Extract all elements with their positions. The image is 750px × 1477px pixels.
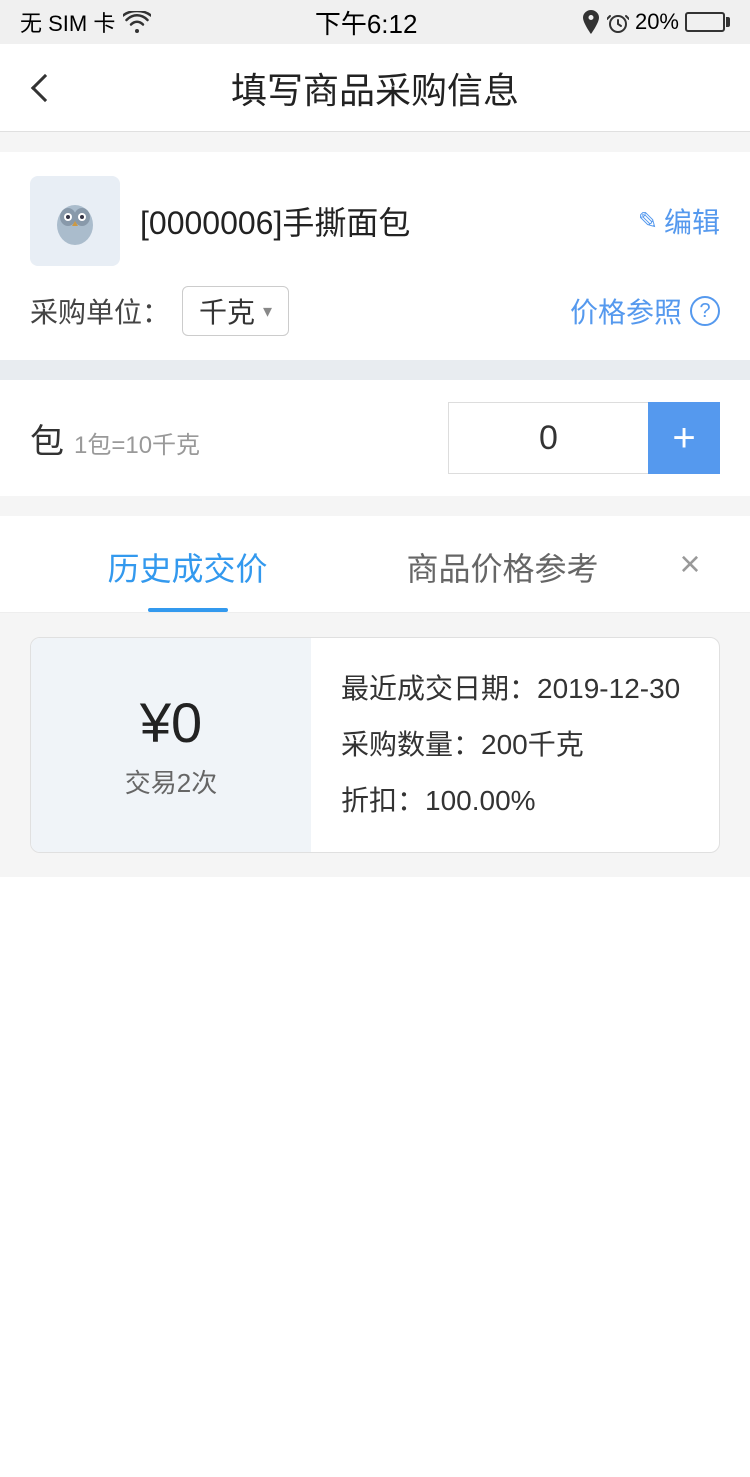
page-title: 填写商品采购信息 [231,62,519,114]
quantity-line: 采购数量：200千克 [341,724,689,766]
back-arrow-icon [31,73,59,101]
alarm-icon [607,11,629,33]
price-reference-button[interactable]: 价格参照 ? [570,291,720,331]
quantity-conversion: 1包=10千克 [74,425,200,460]
history-section: ¥0 交易2次 最近成交日期：2019-12-30 采购数量：200千克 折扣：… [0,613,750,877]
recent-date-value: 2019-12-30 [537,673,680,704]
edit-label: 编辑 [664,201,720,241]
section-divider [0,360,750,380]
product-left: [0000006]手撕面包 [30,176,410,266]
product-unit-row: 采购单位： 千克 ▾ 价格参照 ? [30,286,720,336]
status-right: 20% [581,9,730,35]
edit-button[interactable]: ✎ 编辑 [638,201,720,241]
location-icon [581,10,601,34]
quantity-plus-button[interactable]: + [648,402,720,474]
quantity-detail-value: 200千克 [481,729,584,760]
quantity-input[interactable] [448,402,648,474]
product-thumbnail [30,176,120,266]
unit-value: 千克 [199,291,255,331]
status-time: 下午6:12 [315,4,418,41]
status-bar: 无 SIM 卡 下午6:12 20% [0,0,750,44]
bottom-space [0,877,750,1477]
price-ref-label: 价格参照 [570,291,682,331]
edit-icon: ✎ [638,207,658,236]
product-card: [0000006]手撕面包 ✎ 编辑 采购单位： 千克 ▾ 价格参照 ? [0,152,750,360]
history-details-panel: 最近成交日期：2019-12-30 采购数量：200千克 折扣：100.00% [311,638,719,852]
quantity-row: 包 1包=10千克 + [0,380,750,496]
battery-percent: 20% [635,9,679,35]
wifi-icon [123,11,151,33]
back-button[interactable] [0,44,80,132]
history-price-panel: ¥0 交易2次 [31,638,311,852]
tab-active-indicator [148,608,228,612]
product-name: [0000006]手撕面包 [140,198,410,244]
recent-date-label: 最近成交日期： [341,673,537,704]
close-icon: × [679,543,700,585]
unit-select[interactable]: 千克 ▾ [182,286,289,336]
quantity-detail-label: 采购数量： [341,729,481,760]
history-price-value: ¥0 [140,690,202,755]
discount-label: 折扣： [341,785,425,816]
quantity-label: 包 1包=10千克 [30,414,200,463]
tab-history-price[interactable]: 历史成交价 [30,516,345,612]
unit-row: 采购单位： 千克 ▾ [30,286,289,336]
unit-label: 采购单位： [30,291,170,331]
quantity-unit: 包 [30,414,64,463]
sim-label: 无 SIM 卡 [20,6,115,38]
product-header: [0000006]手撕面包 ✎ 编辑 [30,176,720,266]
recent-date-line: 最近成交日期：2019-12-30 [341,668,689,710]
battery-icon [685,12,730,32]
history-card: ¥0 交易2次 最近成交日期：2019-12-30 采购数量：200千克 折扣：… [30,637,720,853]
discount-value: 100.00% [425,785,536,816]
history-transaction-count: 交易2次 [125,763,217,800]
discount-line: 折扣：100.00% [341,780,689,822]
tab-product-price-ref[interactable]: 商品价格参考 [345,516,660,612]
tabs-bar: 历史成交价 商品价格参考 × [0,516,750,613]
top-nav: 填写商品采购信息 [0,44,750,132]
product-image-icon [45,191,105,251]
status-left: 无 SIM 卡 [20,6,151,38]
tab-history-label: 历史成交价 [107,551,267,587]
tab-close-button[interactable]: × [660,534,720,594]
dropdown-arrow-icon: ▾ [263,301,272,322]
quantity-input-group: + [448,402,720,474]
info-icon: ? [690,296,720,326]
tab-price-ref-label: 商品价格参考 [406,551,598,587]
